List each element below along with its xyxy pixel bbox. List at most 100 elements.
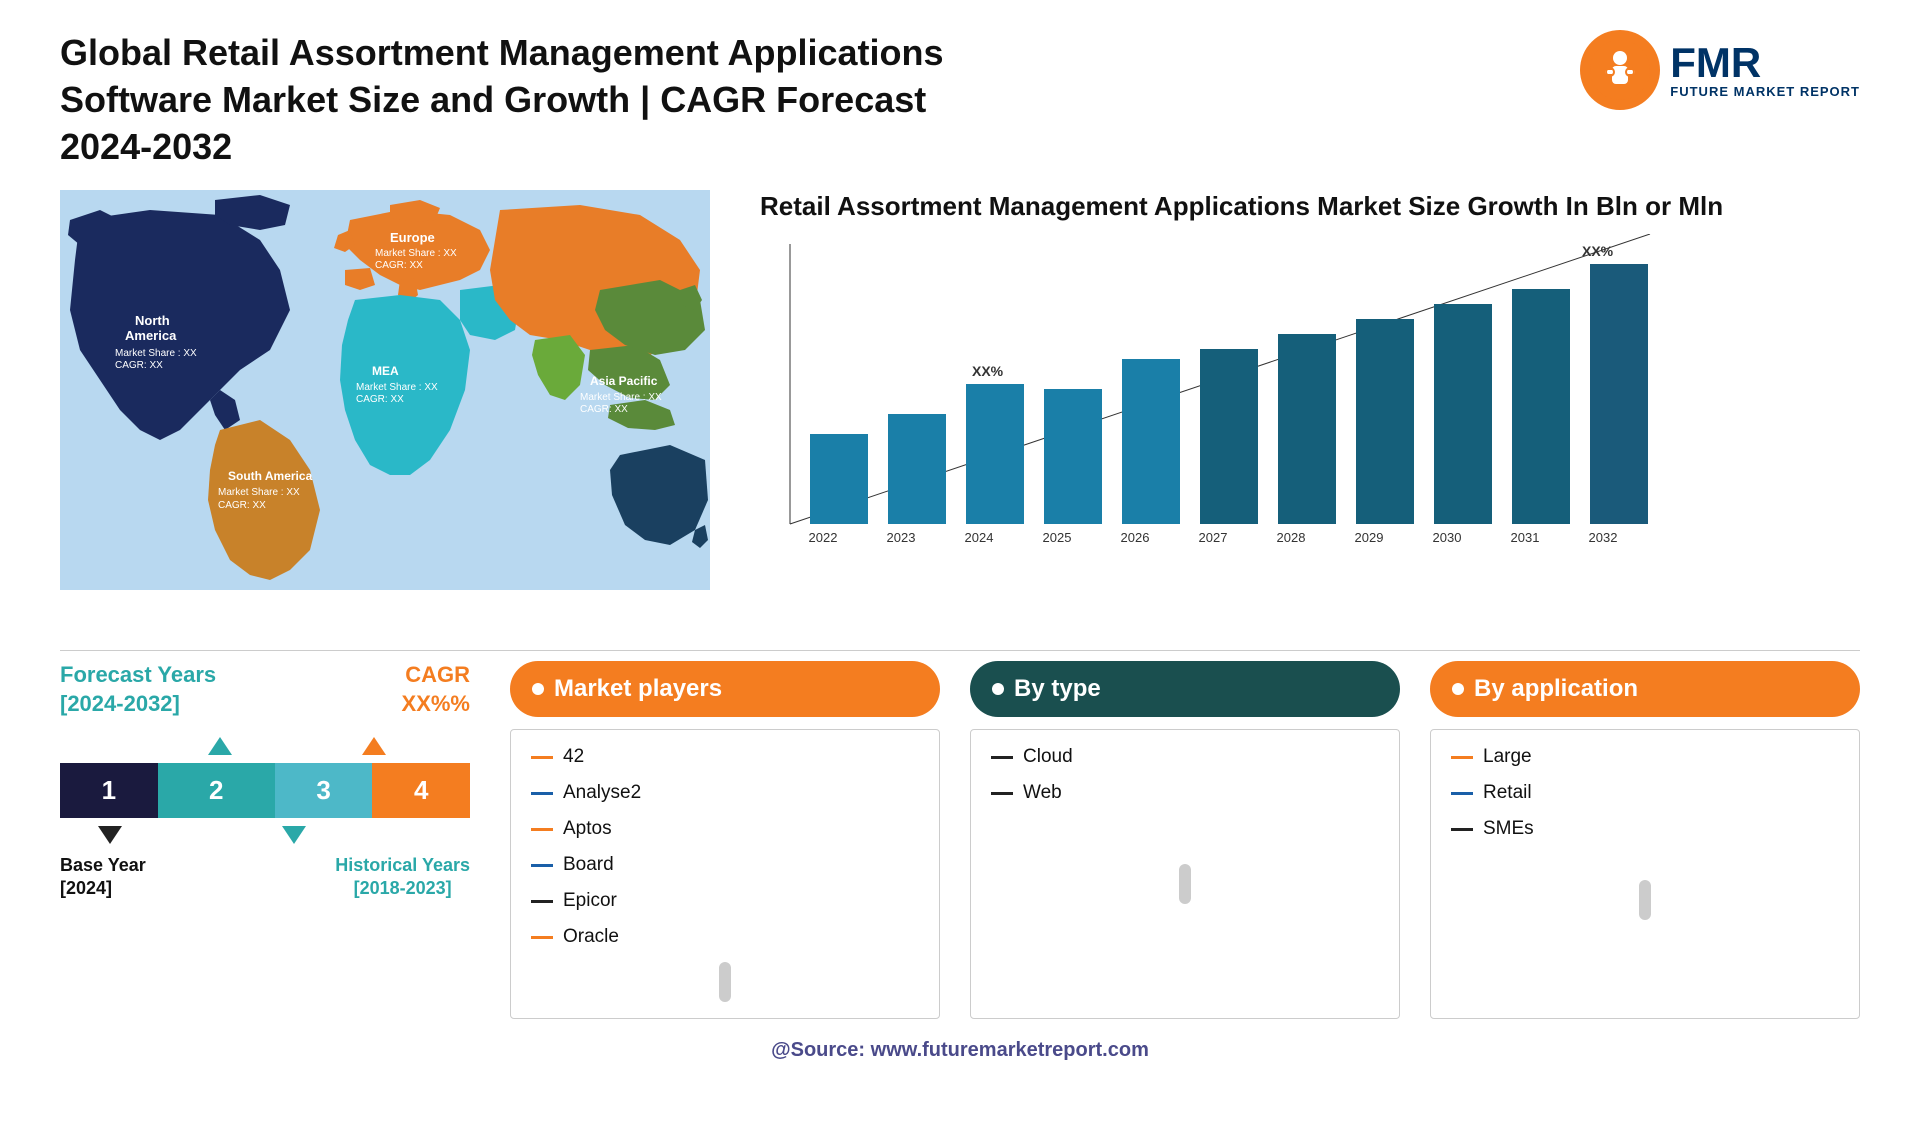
bar-2027: [1200, 349, 1258, 524]
svg-text:CAGR: XX: CAGR: XX: [218, 500, 266, 511]
na-label: North: [135, 313, 170, 328]
svg-text:CAGR: XX: CAGR: XX: [375, 260, 423, 271]
by-application-panel: By application Large Retail SMEs: [1430, 661, 1860, 1019]
bar-2030: [1434, 304, 1492, 524]
svg-text:Market Share : XX: Market Share : XX: [218, 487, 300, 498]
svg-text:2030: 2030: [1433, 530, 1462, 545]
type-1-name: Cloud: [1023, 746, 1073, 768]
svg-text:2032: 2032: [1589, 530, 1618, 545]
bar-chart-svg: XX% XX%: [760, 234, 1660, 574]
timeline-seg-3: 3: [275, 763, 373, 818]
market-player-item-5: Epicor: [531, 890, 919, 912]
app-item-2: Retail: [1451, 782, 1839, 804]
player-2-name: Analyse2: [563, 782, 641, 804]
market-player-item-6: Oracle: [531, 926, 919, 948]
ap-label: Asia Pacific: [590, 374, 658, 388]
world-map: North America Market Share : XX CAGR: XX…: [60, 190, 710, 590]
annotation-xx-pct: XX%: [972, 363, 1004, 379]
base-year-label: Base Year[2024]: [60, 854, 146, 901]
type-dash-1: [991, 756, 1013, 759]
svg-text:2031: 2031: [1511, 530, 1540, 545]
svg-text:CAGR: XX: CAGR: XX: [580, 404, 628, 415]
eu-label: Europe: [390, 230, 435, 245]
player-5-name: Epicor: [563, 890, 617, 912]
svg-text:2025: 2025: [1043, 530, 1072, 545]
sa-label: South America: [228, 469, 313, 483]
svg-text:2027: 2027: [1199, 530, 1228, 545]
svg-text:2023: 2023: [887, 530, 916, 545]
market-player-item-1: 42: [531, 746, 919, 768]
bar-2032: [1590, 264, 1648, 524]
bar-2025: [1044, 389, 1102, 524]
svg-text:2029: 2029: [1355, 530, 1384, 545]
chart-title: Retail Assortment Management Application…: [760, 190, 1860, 224]
app-dash-1: [1451, 756, 1473, 759]
svg-text:2028: 2028: [1277, 530, 1306, 545]
by-application-title: By application: [1474, 675, 1638, 703]
by-application-header: By application: [1430, 661, 1860, 717]
svg-text:Market Share : XX: Market Share : XX: [115, 348, 197, 359]
dash-1: [531, 756, 553, 759]
market-players-header: Market players: [510, 661, 940, 717]
dash-2: [531, 792, 553, 795]
by-type-panel: By type Cloud Web: [970, 661, 1400, 1019]
svg-text:Market Share : XX: Market Share : XX: [356, 382, 438, 393]
app-2-name: Retail: [1483, 782, 1532, 804]
historical-years-label: Historical Years[2018-2023]: [335, 854, 470, 901]
bar-2029: [1356, 319, 1414, 524]
player-3-name: Aptos: [563, 818, 612, 840]
footer: @Source: www.futuremarketreport.com: [60, 1039, 1860, 1062]
app-item-1: Large: [1451, 746, 1839, 768]
dash-6: [531, 936, 553, 939]
page-container: Global Retail Assortment Management Appl…: [0, 0, 1920, 1146]
player-1-name: 42: [563, 746, 584, 768]
by-application-body: Large Retail SMEs: [1430, 729, 1860, 1019]
cagr-arrow-up: [362, 737, 386, 755]
svg-text:2022: 2022: [809, 530, 838, 545]
map-area: North America Market Share : XX CAGR: XX…: [60, 190, 710, 630]
cards-area: Market players 42 Analyse2 Aptos: [510, 661, 1860, 1019]
by-type-title: By type: [1014, 675, 1101, 703]
type-2-name: Web: [1023, 782, 1062, 804]
scrollbar-indicator-2: [1179, 864, 1191, 904]
type-dash-2: [991, 792, 1013, 795]
market-player-item-3: Aptos: [531, 818, 919, 840]
logo-subtitle: FUTURE MARKET REPORT: [1670, 84, 1860, 99]
player-6-name: Oracle: [563, 926, 619, 948]
type-item-2: Web: [991, 782, 1379, 804]
by-type-dot: [992, 683, 1004, 695]
bar-2026: [1122, 359, 1180, 524]
cagr-label: CAGRXX%%: [402, 661, 470, 718]
market-player-item-2: Analyse2: [531, 782, 919, 804]
svg-text:Market Share : XX: Market Share : XX: [580, 392, 662, 403]
app-dash-3: [1451, 828, 1473, 831]
scrollbar-indicator-3: [1639, 880, 1651, 920]
dash-5: [531, 900, 553, 903]
chart-area: Retail Assortment Management Application…: [740, 190, 1860, 630]
market-players-panel: Market players 42 Analyse2 Aptos: [510, 661, 940, 1019]
by-application-dot: [1452, 683, 1464, 695]
market-player-item-4: Board: [531, 854, 919, 876]
timeline-seg-4: 4: [372, 763, 470, 818]
svg-text:CAGR: XX: CAGR: XX: [115, 360, 163, 371]
svg-text:Market Share : XX: Market Share : XX: [375, 248, 457, 259]
by-type-header: By type: [970, 661, 1400, 717]
bottom-section: Forecast Years[2024-2032] CAGRXX%% 1 2 3: [60, 661, 1860, 1019]
app-3-name: SMEs: [1483, 818, 1534, 840]
main-content: North America Market Share : XX CAGR: XX…: [60, 190, 1860, 630]
svg-text:CAGR: XX: CAGR: XX: [356, 394, 404, 405]
timeline-bar: 1 2 3 4: [60, 763, 470, 818]
section-divider: [60, 650, 1860, 651]
timeline-seg-1: 1: [60, 763, 158, 818]
scrollbar-indicator: [719, 962, 731, 1002]
na-label2: America: [125, 328, 177, 343]
historical-arrow-down: [282, 826, 306, 844]
type-item-1: Cloud: [991, 746, 1379, 768]
app-dash-2: [1451, 792, 1473, 795]
bar-2031: [1512, 289, 1570, 524]
bar-2022: [810, 434, 868, 524]
logo-icon: [1580, 30, 1660, 110]
annotation-top: XX%: [1582, 243, 1614, 259]
forecast-years-label: Forecast Years[2024-2032]: [60, 661, 216, 718]
logo-area: FMR FUTURE MARKET REPORT: [1580, 30, 1860, 110]
